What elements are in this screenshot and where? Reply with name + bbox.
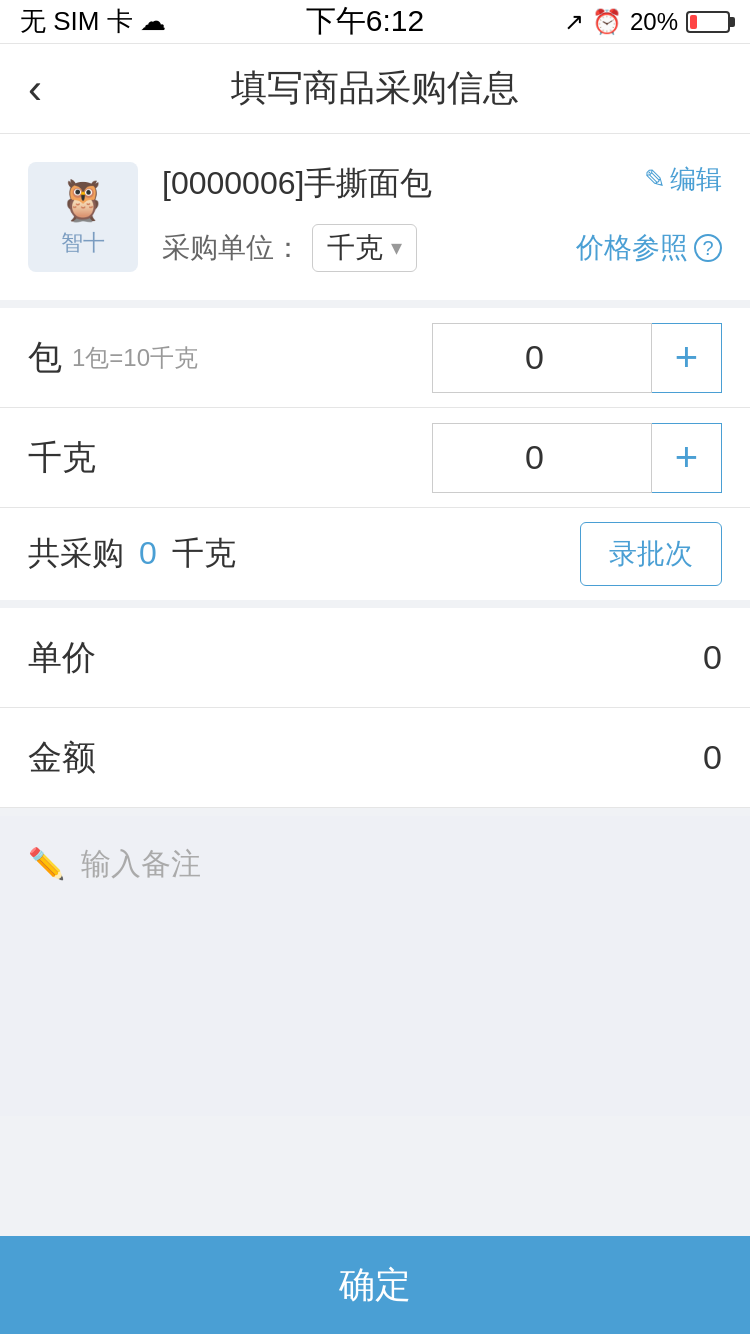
status-bar: 无 SIM 卡 ☁ 下午6:12 ↗ ⏰ 20% [0, 0, 750, 44]
unit-select[interactable]: 千克 ▾ [312, 224, 417, 272]
unit-value: 千克 [327, 229, 383, 267]
product-card: 🦉 智十 [0000006]手撕面包 ✎ 编辑 采购单位： 千克 ▾ 价格参照 [0, 134, 750, 308]
product-name: [0000006]手撕面包 [162, 162, 432, 206]
kg-quantity-input[interactable] [432, 423, 652, 493]
bag-sublabel: 1包=10千克 [72, 342, 198, 374]
notes-placeholder: 输入备注 [81, 844, 201, 885]
summary-row: 共采购 0 千克 录批次 [0, 508, 750, 608]
edit-button[interactable]: ✎ 编辑 [644, 162, 722, 197]
edit-icon: ✎ [644, 164, 666, 195]
back-icon: ‹ [28, 65, 42, 113]
location-icon: ↗ [564, 8, 584, 36]
unit-selector-wrap: 采购单位： 千克 ▾ [162, 224, 417, 272]
bag-quantity-row: 包 1包=10千克 + [0, 308, 750, 408]
summary-amount: 0 [139, 535, 157, 571]
bag-label: 包 [28, 335, 62, 381]
bag-plus-button[interactable]: + [652, 323, 722, 393]
chevron-down-icon: ▾ [391, 235, 402, 261]
status-left: 无 SIM 卡 ☁ [20, 4, 166, 39]
kg-quantity-row: 千克 + [0, 408, 750, 508]
alarm-icon: ⏰ [592, 8, 622, 36]
product-unit-row: 采购单位： 千克 ▾ 价格参照 ? [162, 224, 722, 272]
product-thumbnail: 🦉 智十 [28, 162, 138, 272]
summary-text: 共采购 0 千克 [28, 532, 236, 576]
unit-prefix-label: 采购单位： [162, 229, 302, 267]
battery-text: 20% [630, 8, 678, 36]
kg-input-wrap: + [432, 423, 722, 493]
pencil-icon: ✏️ [28, 846, 65, 881]
notes-section[interactable]: ✏️ 输入备注 [0, 816, 750, 1116]
product-title: 手撕面包 [304, 165, 432, 201]
product-logo-label: 智十 [61, 228, 105, 258]
total-amount-row: 金额 0 [0, 708, 750, 808]
nav-bar: ‹ 填写商品采购信息 [0, 44, 750, 134]
edit-label: 编辑 [670, 162, 722, 197]
sim-status: 无 SIM 卡 ☁ [20, 4, 166, 39]
bag-input-wrap: + [432, 323, 722, 393]
product-info: [0000006]手撕面包 ✎ 编辑 采购单位： 千克 ▾ 价格参照 ? [162, 162, 722, 272]
confirm-button[interactable]: 确定 [0, 1236, 750, 1334]
record-batch-button[interactable]: 录批次 [580, 522, 722, 586]
bag-quantity-input[interactable] [432, 323, 652, 393]
unit-price-label: 单价 [28, 635, 96, 681]
battery-icon [686, 11, 730, 33]
quantity-section: 包 1包=10千克 + 千克 + [0, 308, 750, 508]
summary-prefix: 共采购 [28, 535, 124, 571]
total-amount-value: 0 [703, 738, 722, 777]
price-reference-button[interactable]: 价格参照 ? [576, 229, 722, 267]
kg-label: 千克 [28, 435, 96, 481]
back-button[interactable]: ‹ [28, 65, 42, 113]
unit-price-value: 0 [703, 638, 722, 677]
status-right: ↗ ⏰ 20% [564, 8, 730, 36]
product-logo-icon: 🦉 [58, 177, 108, 224]
price-ref-label: 价格参照 [576, 229, 688, 267]
product-header: [0000006]手撕面包 ✎ 编辑 [162, 162, 722, 206]
unit-price-row: 单价 0 [0, 608, 750, 708]
page-title: 填写商品采购信息 [231, 64, 519, 113]
product-code: [0000006] [162, 165, 304, 201]
summary-unit: 千克 [172, 535, 236, 571]
price-amount-section: 单价 0 金额 0 [0, 608, 750, 808]
kg-plus-button[interactable]: + [652, 423, 722, 493]
status-time: 下午6:12 [306, 1, 424, 42]
help-icon: ? [694, 234, 722, 262]
total-amount-label: 金额 [28, 735, 96, 781]
